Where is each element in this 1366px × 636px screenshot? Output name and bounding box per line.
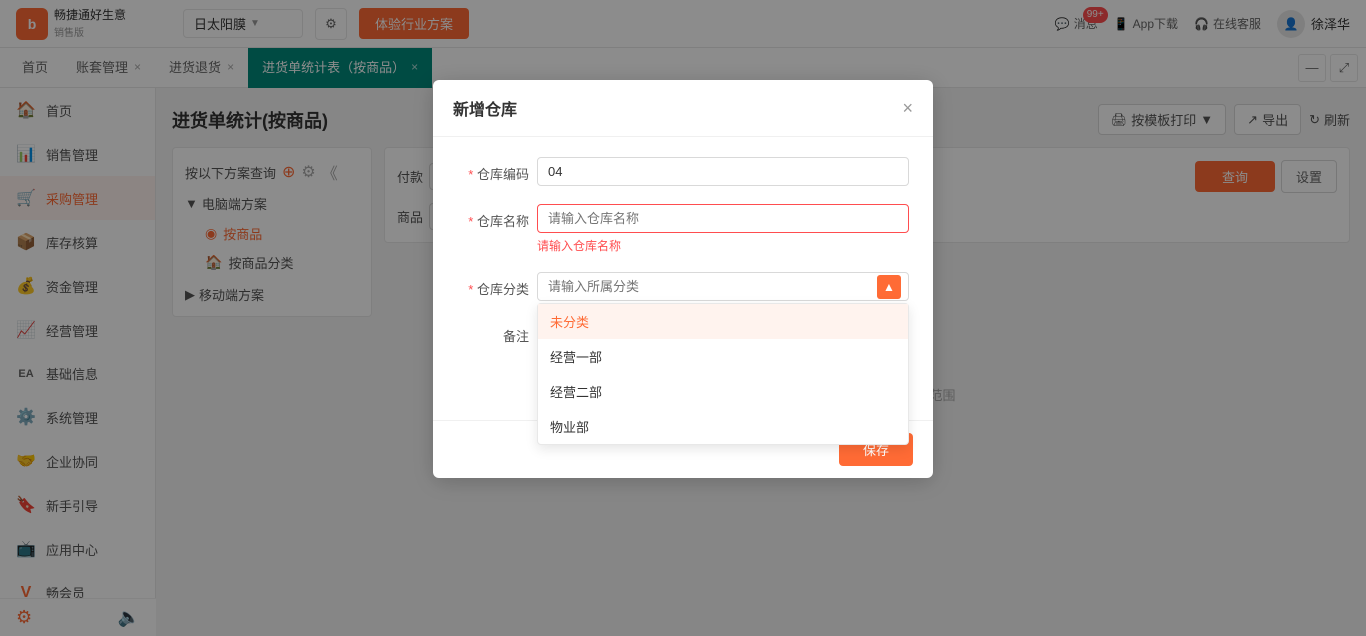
category-input[interactable]	[537, 272, 909, 301]
name-field-wrap: 请输入仓库名称	[537, 204, 909, 254]
code-field-wrap	[537, 157, 909, 186]
category-dropdown: 未分类 经营一部 经营二部 物业部	[537, 303, 909, 445]
name-error-message: 请输入仓库名称	[537, 237, 909, 254]
modal-body: * 仓库编码 * 仓库名称 请输入仓库名称	[433, 137, 933, 420]
name-input[interactable]	[537, 204, 909, 233]
form-row-code: * 仓库编码	[457, 157, 909, 186]
modal-header: 新增仓库 ×	[433, 80, 933, 137]
category-label: * 仓库分类	[457, 272, 537, 298]
code-label: * 仓库编码	[457, 157, 537, 183]
dropdown-item-property[interactable]: 物业部	[538, 409, 908, 444]
modal-new-warehouse: 新增仓库 × * 仓库编码 * 仓库名称	[433, 80, 933, 478]
notes-label: 备注	[457, 319, 537, 345]
form-row-name: * 仓库名称 请输入仓库名称	[457, 204, 909, 254]
category-dropdown-toggle[interactable]: ▲	[877, 275, 901, 299]
dropdown-item-uncategorized[interactable]: 未分类	[538, 304, 908, 339]
dropdown-item-dept2[interactable]: 经营二部	[538, 374, 908, 409]
modal-close-button[interactable]: ×	[902, 99, 913, 117]
modal-overlay: 新增仓库 × * 仓库编码 * 仓库名称	[0, 0, 1366, 636]
category-field-wrap: ▲ 未分类 经营一部 经营二部 物业部	[537, 272, 909, 301]
name-label: * 仓库名称	[457, 204, 537, 230]
dropdown-item-dept1[interactable]: 经营一部	[538, 339, 908, 374]
code-input[interactable]	[537, 157, 909, 186]
category-input-wrap: ▲	[537, 272, 909, 301]
form-row-category: * 仓库分类 ▲ 未分类 经营一部	[457, 272, 909, 301]
modal-title: 新增仓库	[453, 96, 517, 120]
